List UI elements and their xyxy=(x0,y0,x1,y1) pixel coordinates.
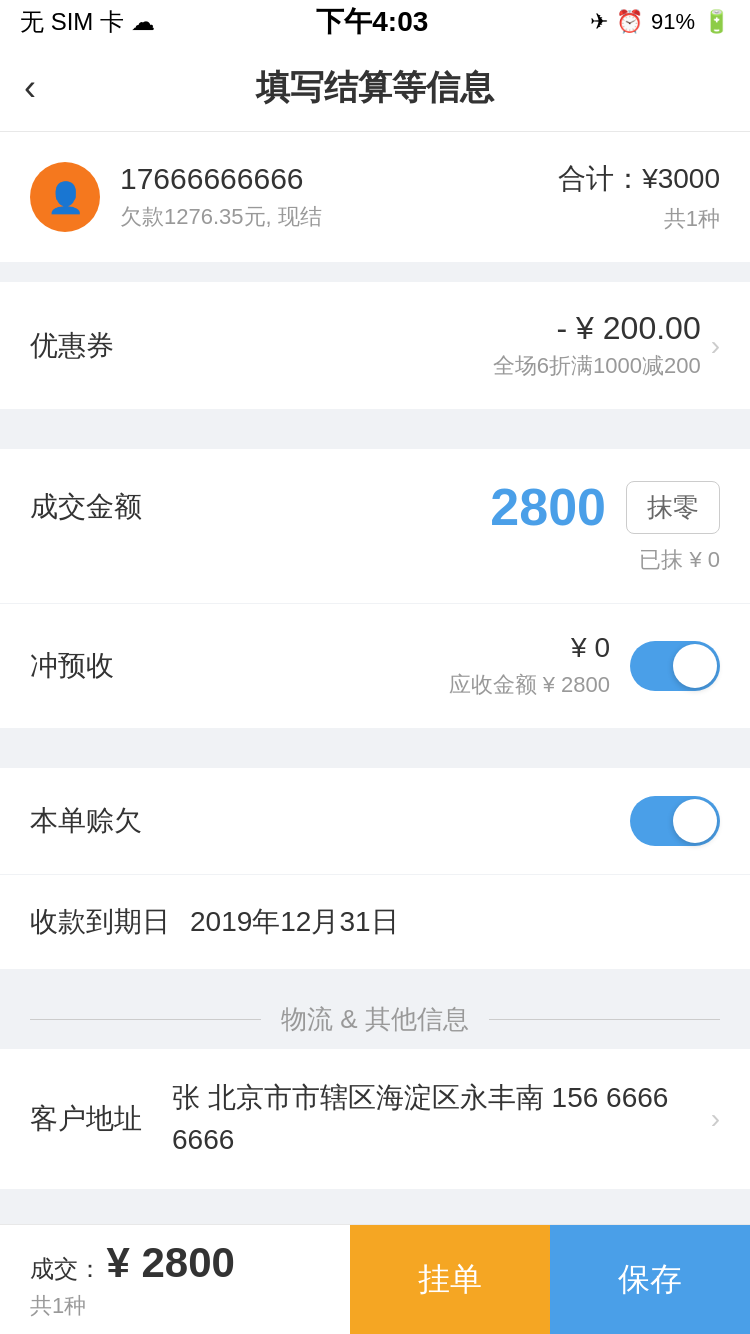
address-section[interactable]: 客户地址 张 北京市市辖区海淀区永丰南 156 6666 6666 › xyxy=(0,1049,750,1189)
coupon-row[interactable]: 优惠券 - ¥ 200.00 全场6折满1000减200 › xyxy=(0,282,750,409)
back-button[interactable]: ‹ xyxy=(24,67,36,109)
customer-left: 👤 17666666666 欠款1276.35元, 现结 xyxy=(30,162,322,232)
prepay-toggle-thumb xyxy=(673,644,717,688)
section-divider-2 xyxy=(0,728,750,748)
duedate-label: 收款到期日 xyxy=(30,903,170,941)
section-divider-1 xyxy=(0,429,750,449)
prepay-toggle[interactable] xyxy=(630,641,720,691)
logistics-section-label: 物流 & 其他信息 xyxy=(261,1002,489,1037)
status-right: ✈ ⏰ 91% 🔋 xyxy=(590,9,730,35)
bottom-deal-row: 成交： ¥ 2800 xyxy=(30,1239,320,1287)
customer-phone: 17666666666 xyxy=(120,162,322,196)
bottom-count: 共1种 xyxy=(30,1291,320,1321)
status-bar: 无 SIM 卡 ☁ 下午4:03 ✈ ⏰ 91% 🔋 xyxy=(0,0,750,44)
battery-icon: 🔋 xyxy=(703,9,730,35)
credit-toggle-thumb xyxy=(673,799,717,843)
credit-toggle[interactable] xyxy=(630,796,720,846)
amount-row: 成交金额 2800 抹零 xyxy=(30,477,720,537)
coupon-value: - ¥ 200.00 全场6折满1000减200 xyxy=(493,310,701,381)
battery-level: 91% xyxy=(651,9,695,35)
prepay-value: ¥ 0 应收金额 ¥ 2800 xyxy=(449,632,610,700)
duedate-section: 收款到期日 2019年12月31日 xyxy=(0,875,750,969)
page-title: 填写结算等信息 xyxy=(256,65,494,111)
coupon-desc: 全场6折满1000减200 xyxy=(493,351,701,381)
hang-single-button[interactable]: 挂单 xyxy=(350,1225,550,1334)
avatar: 👤 xyxy=(30,162,100,232)
customer-right: 合计：¥3000 共1种 xyxy=(558,160,720,234)
coupon-label: 优惠券 xyxy=(30,327,114,365)
avatar-icon: 👤 xyxy=(47,180,84,215)
amount-sub-text: 已抹 ¥ 0 xyxy=(30,545,720,575)
main-content: 👤 17666666666 欠款1276.35元, 现结 合计：¥3000 共1… xyxy=(0,132,750,1334)
customer-info: 17666666666 欠款1276.35元, 现结 xyxy=(120,162,322,232)
coupon-right: - ¥ 200.00 全场6折满1000减200 › xyxy=(493,310,720,381)
save-button[interactable]: 保存 xyxy=(550,1225,750,1334)
address-chevron-icon: › xyxy=(711,1103,720,1135)
customer-debt: 欠款1276.35元, 现结 xyxy=(120,202,322,232)
bottom-deal-label: 成交： xyxy=(30,1255,102,1282)
prepay-row: 冲预收 ¥ 0 应收金额 ¥ 2800 xyxy=(30,632,720,700)
amount-value: 2800 xyxy=(490,477,606,537)
round-off-button[interactable]: 抹零 xyxy=(626,481,720,534)
nav-bar: ‹ 填写结算等信息 xyxy=(0,44,750,132)
duedate-row: 收款到期日 2019年12月31日 xyxy=(30,903,720,941)
amount-label: 成交金额 xyxy=(30,488,142,526)
coupon-chevron-icon: › xyxy=(711,330,720,362)
status-time: 下午4:03 xyxy=(316,3,428,41)
address-label: 客户地址 xyxy=(30,1100,142,1138)
bottom-summary: 成交： ¥ 2800 共1种 xyxy=(0,1239,350,1321)
customer-card: 👤 17666666666 欠款1276.35元, 现结 合计：¥3000 共1… xyxy=(0,132,750,262)
logistics-divider: 物流 & 其他信息 xyxy=(0,989,750,1049)
bottom-actions: 挂单 保存 xyxy=(350,1225,750,1334)
credit-label: 本单赊欠 xyxy=(30,802,142,840)
customer-total: 合计：¥3000 xyxy=(558,160,720,198)
credit-section: 本单赊欠 xyxy=(0,768,750,874)
customer-count: 共1种 xyxy=(558,204,720,234)
prepay-amount: ¥ 0 xyxy=(449,632,610,664)
amount-section: 成交金额 2800 抹零 已抹 ¥ 0 xyxy=(0,449,750,603)
amount-right: 2800 抹零 xyxy=(490,477,720,537)
location-icon: ✈ xyxy=(590,9,608,35)
prepay-receivable: 应收金额 ¥ 2800 xyxy=(449,670,610,700)
prepay-right: ¥ 0 应收金额 ¥ 2800 xyxy=(449,632,720,700)
alarm-icon: ⏰ xyxy=(616,9,643,35)
bottom-amount: ¥ 2800 xyxy=(106,1239,234,1286)
coupon-amount: - ¥ 200.00 xyxy=(493,310,701,347)
bottom-bar: 成交： ¥ 2800 共1种 挂单 保存 xyxy=(0,1224,750,1334)
prepay-label: 冲预收 xyxy=(30,647,114,685)
sim-status: 无 SIM 卡 ☁ xyxy=(20,6,155,38)
address-value: 张 北京市市辖区海淀区永丰南 156 6666 6666 xyxy=(172,1077,701,1161)
prepay-section: 冲预收 ¥ 0 应收金额 ¥ 2800 xyxy=(0,604,750,728)
duedate-value: 2019年12月31日 xyxy=(190,903,399,941)
status-left: 无 SIM 卡 ☁ xyxy=(20,6,155,38)
